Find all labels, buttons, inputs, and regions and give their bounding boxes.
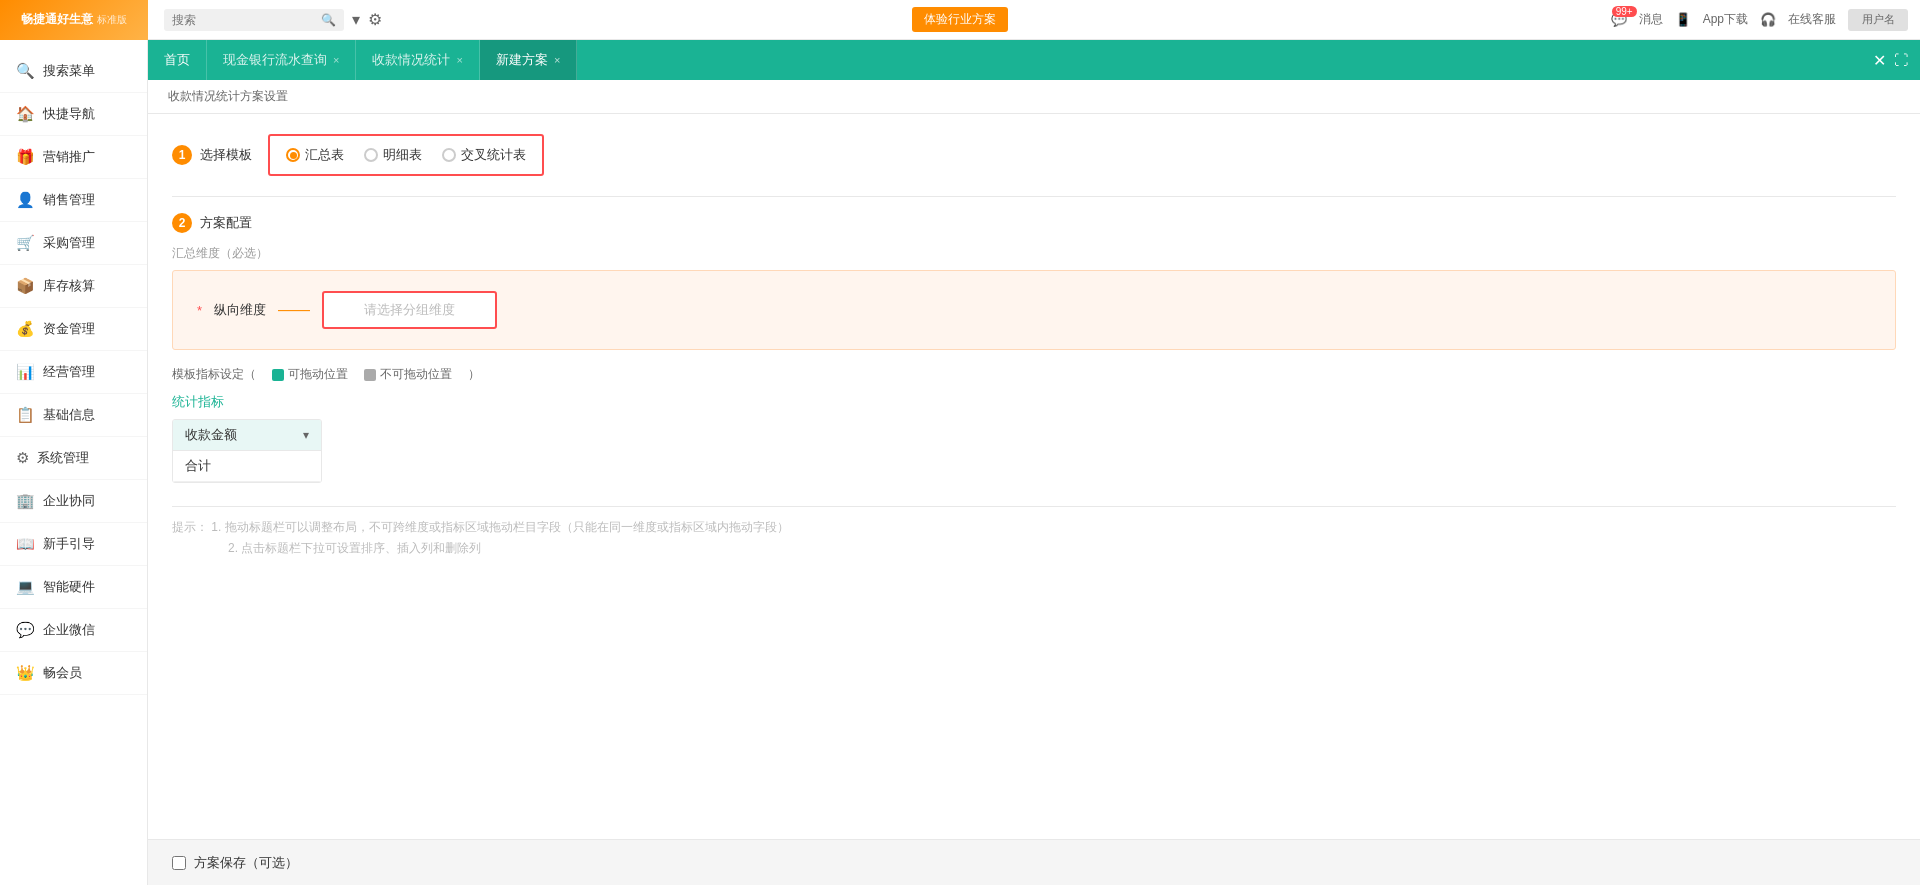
- app-download-label: App下载: [1703, 11, 1748, 28]
- vertical-dim-label: 纵向维度: [214, 301, 266, 319]
- dim-placeholder-box[interactable]: 请选择分组维度: [322, 291, 497, 329]
- save-checkbox[interactable]: [172, 856, 186, 870]
- sidebar-item-guide[interactable]: 📖 新手引导: [0, 523, 147, 566]
- non-draggable-badge: 不可拖动位置: [364, 366, 452, 383]
- search-menu-icon: 🔍: [16, 62, 35, 80]
- radio-cross-circle: [442, 148, 456, 162]
- sidebar-item-sales[interactable]: 👤 销售管理: [0, 179, 147, 222]
- step2-section: 2 方案配置 汇总维度（必选） * 纵向维度: [172, 213, 1896, 557]
- metrics-table: 收款金额 ▾ 合计: [172, 419, 322, 483]
- sidebar-item-enterprise[interactable]: 🏢 企业协同: [0, 480, 147, 523]
- sidebar-item-inventory[interactable]: 📦 库存核算: [0, 265, 147, 308]
- search-input[interactable]: [164, 9, 344, 31]
- radio-summary-circle: [286, 148, 300, 162]
- user-info[interactable]: 用户名: [1848, 9, 1908, 31]
- sales-icon: 👤: [16, 191, 35, 209]
- save-section: 方案保存（可选）: [148, 839, 1920, 885]
- dimension-label: 汇总维度（必选）: [172, 245, 1896, 262]
- member-icon: 👑: [16, 664, 35, 682]
- metrics-header: 模板指标设定（ 可拖动位置 不可拖动位置 ）: [172, 366, 1896, 383]
- window-close-btn[interactable]: ✕: [1873, 51, 1886, 70]
- sidebar-item-wechat[interactable]: 💬 企业微信: [0, 609, 147, 652]
- drag-icon-gray: [364, 369, 376, 381]
- dimension-section: 汇总维度（必选） * 纵向维度 —— 请选择分组维度: [172, 245, 1896, 350]
- tips-section: 提示： 1. 拖动标题栏可以调整布局，不可跨维度或指标区域拖动栏目字段（只能在同…: [172, 506, 1896, 557]
- breadcrumb: 收款情况统计方案设置: [148, 80, 1920, 114]
- template-select-box: 汇总表 明细表 交叉统计表: [268, 134, 544, 176]
- marketing-icon: 🎁: [16, 148, 35, 166]
- enterprise-icon: 🏢: [16, 492, 35, 510]
- drag-icon-blue: [272, 369, 284, 381]
- dropdown-icon[interactable]: ▾: [352, 10, 360, 29]
- sidebar-item-hardware[interactable]: 💻 智能硬件: [0, 566, 147, 609]
- tab-bank-flow-close[interactable]: ×: [333, 54, 339, 66]
- notification-wrap: 💬 99+: [1611, 12, 1627, 27]
- radio-summary[interactable]: 汇总表: [286, 146, 344, 164]
- logo-tag: 标准版: [97, 13, 127, 27]
- sidebar-item-marketing[interactable]: 🎁 营销推广: [0, 136, 147, 179]
- notification-badge: 99+: [1612, 6, 1637, 17]
- sidebar-item-operation[interactable]: 📊 经营管理: [0, 351, 147, 394]
- sidebar-item-search-menu[interactable]: 🔍 搜索菜单: [0, 50, 147, 93]
- step1-num: 1: [172, 145, 192, 165]
- guide-icon: 📖: [16, 535, 35, 553]
- metrics-col-total: 合计: [173, 451, 321, 482]
- wechat-icon: 💬: [16, 621, 35, 639]
- save-label: 方案保存（可选）: [194, 854, 298, 872]
- draggable-badge: 可拖动位置: [272, 366, 348, 383]
- window-expand-btn[interactable]: ⛶: [1894, 52, 1908, 68]
- sys-mgmt-icon: ⚙: [16, 449, 29, 467]
- metrics-col-header[interactable]: 收款金额 ▾: [173, 420, 321, 451]
- support-label: 在线客服: [1788, 11, 1836, 28]
- inventory-icon: 📦: [16, 277, 35, 295]
- gear-icon[interactable]: ⚙: [368, 10, 382, 29]
- tab-bank-flow[interactable]: 现金银行流水查询 ×: [207, 40, 356, 80]
- step2-num: 2: [172, 213, 192, 233]
- capital-icon: 💰: [16, 320, 35, 338]
- required-mark: *: [197, 303, 202, 318]
- sidebar-item-purchase[interactable]: 🛒 采购管理: [0, 222, 147, 265]
- search-icon: 🔍: [321, 13, 336, 27]
- step1-label: 选择模板: [200, 146, 252, 164]
- logo-name: 畅捷通好生意: [21, 11, 93, 28]
- sidebar-item-sys-mgmt[interactable]: ⚙ 系统管理: [0, 437, 147, 480]
- tab-collection-stat-close[interactable]: ×: [456, 54, 462, 66]
- stat-label: 统计指标: [172, 393, 1896, 411]
- basic-info-icon: 📋: [16, 406, 35, 424]
- radio-cross[interactable]: 交叉统计表: [442, 146, 526, 164]
- purchase-icon: 🛒: [16, 234, 35, 252]
- col-dropdown-icon[interactable]: ▾: [303, 428, 309, 442]
- notification-label: 消息: [1639, 11, 1663, 28]
- metrics-section: 模板指标设定（ 可拖动位置 不可拖动位置 ）: [172, 366, 1896, 486]
- operation-icon: 📊: [16, 363, 35, 381]
- tab-collection-stat[interactable]: 收款情况统计 ×: [356, 40, 479, 80]
- quick-nav-icon: 🏠: [16, 105, 35, 123]
- hardware-icon: 💻: [16, 578, 35, 596]
- tab-home[interactable]: 首页: [148, 40, 207, 80]
- radio-detail[interactable]: 明细表: [364, 146, 422, 164]
- support-icon[interactable]: 🎧: [1760, 12, 1776, 27]
- step1-section: 1 选择模板 汇总表: [172, 134, 1896, 176]
- tabs-bar: 首页 现金银行流水查询 × 收款情况统计 × 新建方案 × ✕ ⛶: [148, 40, 1920, 80]
- sidebar-item-quick-nav[interactable]: 🏠 快捷导航: [0, 93, 147, 136]
- dim-arrow: ——: [278, 301, 310, 319]
- sidebar-item-basic-info[interactable]: 📋 基础信息: [0, 394, 147, 437]
- step2-label: 方案配置: [200, 214, 252, 232]
- radio-detail-circle: [364, 148, 378, 162]
- sidebar-item-member[interactable]: 👑 畅会员: [0, 652, 147, 695]
- app-download-icon[interactable]: 📱: [1675, 12, 1691, 27]
- tab-new-plan-close[interactable]: ×: [554, 54, 560, 66]
- tab-new-plan[interactable]: 新建方案 ×: [480, 40, 577, 80]
- dimension-area: * 纵向维度 —— 请选择分组维度: [172, 270, 1896, 350]
- sidebar-item-capital[interactable]: 💰 资金管理: [0, 308, 147, 351]
- industry-btn[interactable]: 体验行业方案: [912, 7, 1008, 32]
